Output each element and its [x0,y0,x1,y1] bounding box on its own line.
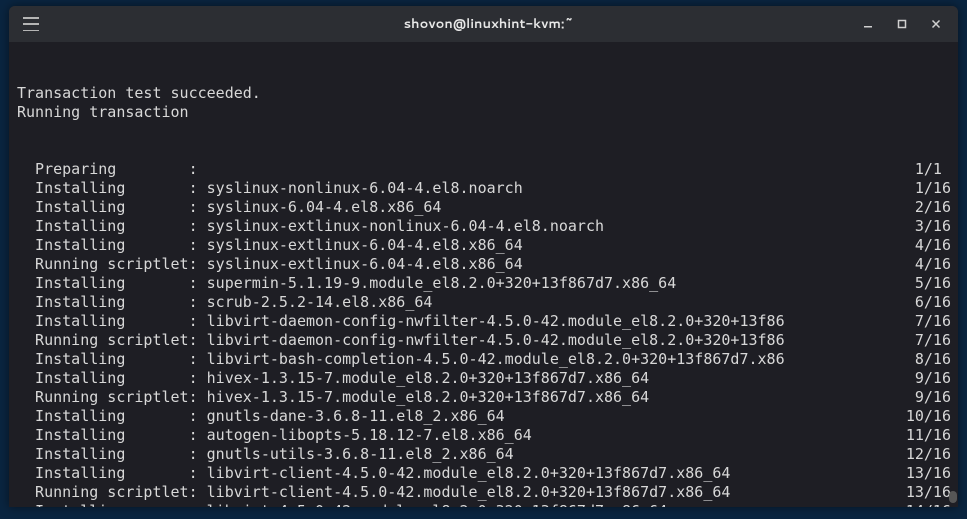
terminal-line: Transaction test succeeded. [17,84,950,103]
line-progress-counter: 1/16 [915,179,951,198]
line-action-package: Installing : supermin-5.1.19-9.module_el… [17,274,676,293]
line-action-package: Preparing : [17,160,198,179]
line-action-package: Installing : libvirt-bash-completion-4.5… [17,350,785,369]
line-progress-counter: 3/16 [915,217,951,236]
close-icon [931,19,941,29]
line-progress-counter: 13/16 [906,464,951,483]
line-action-package: Installing : libvirt-client-4.5.0-42.mod… [17,464,730,483]
line-action-package: Installing : syslinux-extlinux-6.04-4.el… [17,236,523,255]
terminal-line: Installing : syslinux-extlinux-nonlinux-… [17,217,951,236]
terminal-line: Installing : supermin-5.1.19-9.module_el… [17,274,951,293]
terminal-line: Running scriptlet: libvirt-daemon-config… [17,331,951,350]
line-action-package: Running scriptlet: libvirt-daemon-config… [17,331,785,350]
line-action-package: Installing : syslinux-extlinux-nonlinux-… [17,217,604,236]
terminal-line: Running scriptlet: libvirt-client-4.5.0-… [17,483,951,502]
terminal-line: Running scriptlet: syslinux-extlinux-6.0… [17,255,951,274]
line-progress-counter: 5/16 [915,274,951,293]
line-progress-counter: 12/16 [906,445,951,464]
scrollbar-thumb[interactable] [949,491,957,503]
titlebar-left [15,17,125,31]
line-progress-counter: 9/16 [915,369,951,388]
terminal-line: Installing : syslinux-6.04-4.el8.x86_64 2… [17,198,951,217]
line-progress-counter: 10/16 [906,407,951,426]
terminal-line: Running transaction [17,103,950,122]
line-action-package: Installing : scrub-2.5.2-14.el8.x86_64 [17,293,432,312]
line-action-package: Installing : hivex-1.3.15-7.module_el8.2… [17,369,649,388]
line-progress-counter: 4/16 [915,236,951,255]
line-progress-counter: 13/16 [906,483,951,502]
terminal-line: Installing : hivex-1.3.15-7.module_el8.2… [17,369,951,388]
line-action-package: Installing : libvirt-4.5.0-42.module_el8… [17,502,667,507]
terminal-line: Installing : syslinux-extlinux-6.04-4.el… [17,236,951,255]
titlebar: shovon@linuxhint-kvm:~ [9,6,958,42]
line-action-package: Running scriptlet: hivex-1.3.15-7.module… [17,388,649,407]
line-action-package: Installing : syslinux-6.04-4.el8.x86_64 [17,198,441,217]
line-action-package: Running scriptlet: libvirt-client-4.5.0-… [17,483,730,502]
line-progress-counter: 2/16 [915,198,951,217]
line-action-package: Installing : gnutls-utils-3.6.8-11.el8_2… [17,445,514,464]
line-progress-counter: 11/16 [906,426,951,445]
terminal-line: Installing : libvirt-client-4.5.0-42.mod… [17,464,951,483]
window-title: shovon@linuxhint-kvm:~ [125,15,852,33]
line-action-package: Installing : gnutls-dane-3.6.8-11.el8_2.… [17,407,505,426]
terminal-line: Installing : syslinux-nonlinux-6.04-4.el… [17,179,951,198]
terminal-line: Running scriptlet: hivex-1.3.15-7.module… [17,388,951,407]
line-progress-counter: 6/16 [915,293,951,312]
maximize-icon [897,19,907,29]
line-progress-counter: 8/16 [915,350,951,369]
terminal-line: Installing : libvirt-bash-completion-4.5… [17,350,951,369]
line-progress-counter: 4/16 [915,255,951,274]
minimize-icon [863,19,873,29]
line-action-package: Installing : libvirt-daemon-config-nwfil… [17,312,785,331]
line-progress-counter: 1/1 [915,160,951,179]
window-controls [852,10,952,38]
line-progress-counter: 7/16 [915,331,951,350]
minimize-button[interactable] [852,10,884,38]
terminal-line: Installing : gnutls-utils-3.6.8-11.el8_2… [17,445,951,464]
maximize-button[interactable] [886,10,918,38]
terminal-line: Installing : scrub-2.5.2-14.el8.x86_64 6/… [17,293,951,312]
hamburger-menu-icon[interactable] [23,17,43,31]
line-action-package: Installing : autogen-libopts-5.18.12-7.e… [17,426,532,445]
terminal-window: shovon@linuxhint-kvm:~ Transaction test [9,6,958,507]
terminal-line: Installing : libvirt-4.5.0-42.module_el8… [17,502,951,507]
terminal-line: Installing : gnutls-dane-3.6.8-11.el8_2.… [17,407,951,426]
terminal-line: Installing : libvirt-daemon-config-nwfil… [17,312,951,331]
line-progress-counter: 7/16 [915,312,951,331]
terminal-line: Installing : autogen-libopts-5.18.12-7.e… [17,426,951,445]
line-action-package: Installing : syslinux-nonlinux-6.04-4.el… [17,179,523,198]
terminal-output[interactable]: Transaction test succeeded.Running trans… [9,42,958,507]
line-progress-counter: 9/16 [915,388,951,407]
terminal-line: Preparing : 1/1 [17,160,951,179]
line-action-package: Running scriptlet: syslinux-extlinux-6.0… [17,255,523,274]
line-progress-counter: 14/16 [906,502,951,507]
close-button[interactable] [920,10,952,38]
